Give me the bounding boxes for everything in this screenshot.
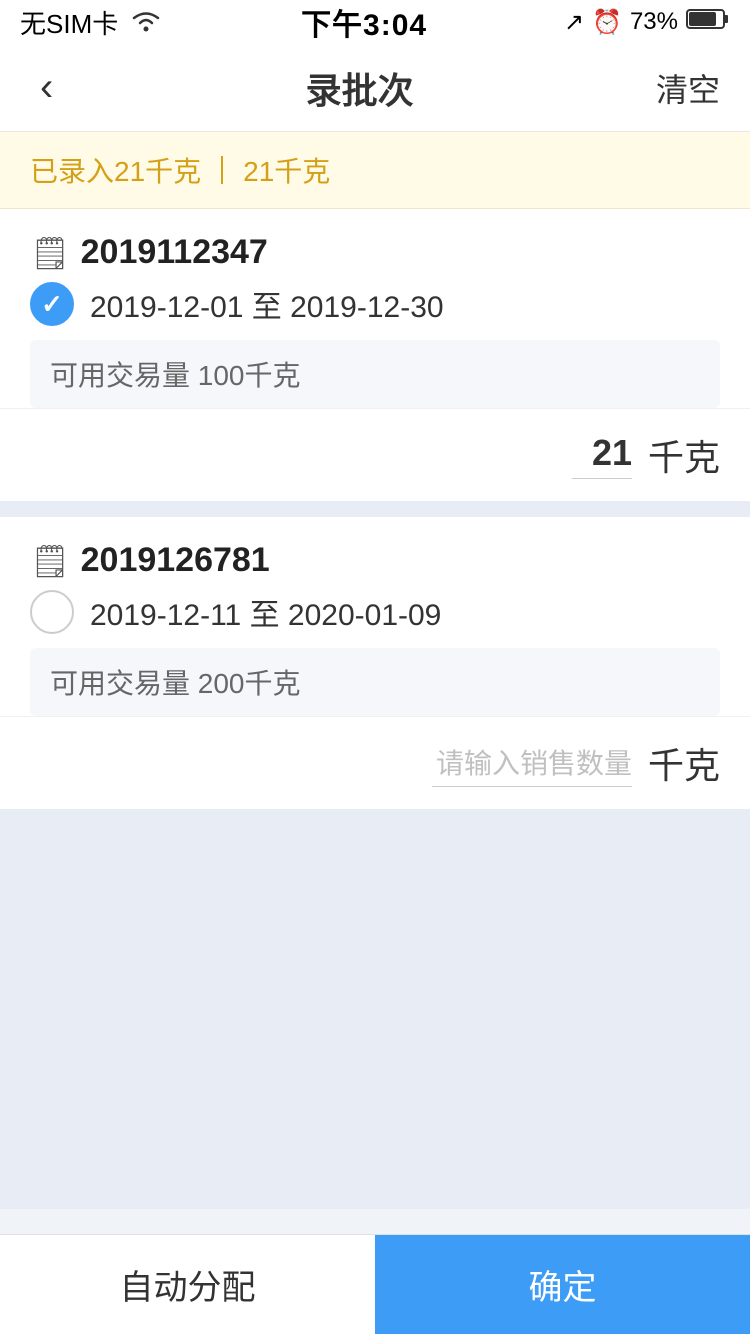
batch-available-2: 可用交易量 200千克 — [30, 648, 720, 716]
quantity-value-1: 21 — [572, 432, 632, 479]
location-icon: ↗ — [564, 8, 584, 37]
page-content: 已录入21千克 21千克 🗒 2019112347 2019-12-01 至 2… — [0, 132, 750, 1309]
status-indicators: ↗ ⏰ 73% — [564, 8, 730, 37]
wifi-icon — [128, 6, 164, 39]
batch-item-2: 🗒 2019126781 2019-12-11 至 2020-01-09 可用交… — [0, 517, 750, 716]
battery-icon — [686, 8, 730, 37]
battery-text: 73% — [630, 8, 678, 36]
batch-doc-icon-1: 🗒 — [30, 234, 71, 272]
clear-button[interactable]: 清空 — [656, 65, 720, 111]
summary-banner: 已录入21千克 21千克 — [0, 132, 750, 209]
quantity-unit-2: 千克 — [648, 737, 720, 789]
batch-date-1: 2019-12-01 至 2019-12-30 — [90, 282, 444, 326]
summary-label: 已录入21千克 — [30, 150, 201, 190]
batch-doc-icon-2: 🗒 — [30, 542, 71, 580]
batch-date-row-2: 2019-12-11 至 2020-01-09 — [30, 590, 720, 634]
summary-value: 21千克 — [243, 150, 330, 190]
section-separator — [0, 501, 750, 517]
quantity-unit-1: 千克 — [648, 429, 720, 481]
batch-header-1: 🗒 2019112347 — [30, 233, 720, 272]
page-title: 录批次 — [306, 62, 414, 114]
batch-id-2: 2019126781 — [81, 541, 270, 580]
auto-distribute-button[interactable]: 自动分配 — [0, 1235, 375, 1334]
nav-bar: ‹ 录批次 清空 — [0, 44, 750, 132]
batch-header-2: 🗒 2019126781 — [30, 541, 720, 580]
batch-id-1: 2019112347 — [81, 233, 268, 272]
quantity-area-1: 21 千克 — [0, 408, 750, 501]
status-time: 下午3:04 — [301, 0, 427, 44]
batch-date-row-1: 2019-12-01 至 2019-12-30 — [30, 282, 720, 326]
bottom-bar: 自动分配 确定 — [0, 1234, 750, 1334]
status-bar: 无SIM卡 下午3:04 ↗ ⏰ 73% — [0, 0, 750, 44]
carrier-text: 无SIM卡 — [20, 4, 118, 41]
batch-radio-2[interactable] — [30, 590, 74, 634]
batch-date-2: 2019-12-11 至 2020-01-09 — [90, 590, 441, 634]
summary-divider — [221, 156, 223, 184]
batch-available-1: 可用交易量 100千克 — [30, 340, 720, 408]
alarm-icon: ⏰ — [592, 8, 622, 37]
back-button[interactable]: ‹ — [30, 55, 63, 120]
empty-area — [0, 809, 750, 1209]
quantity-input-2[interactable] — [432, 740, 632, 787]
confirm-button[interactable]: 确定 — [375, 1235, 750, 1334]
batch-item-1: 🗒 2019112347 2019-12-01 至 2019-12-30 可用交… — [0, 209, 750, 408]
status-carrier: 无SIM卡 — [20, 4, 164, 41]
quantity-area-2: 千克 — [0, 716, 750, 809]
batch-radio-1[interactable] — [30, 282, 74, 326]
